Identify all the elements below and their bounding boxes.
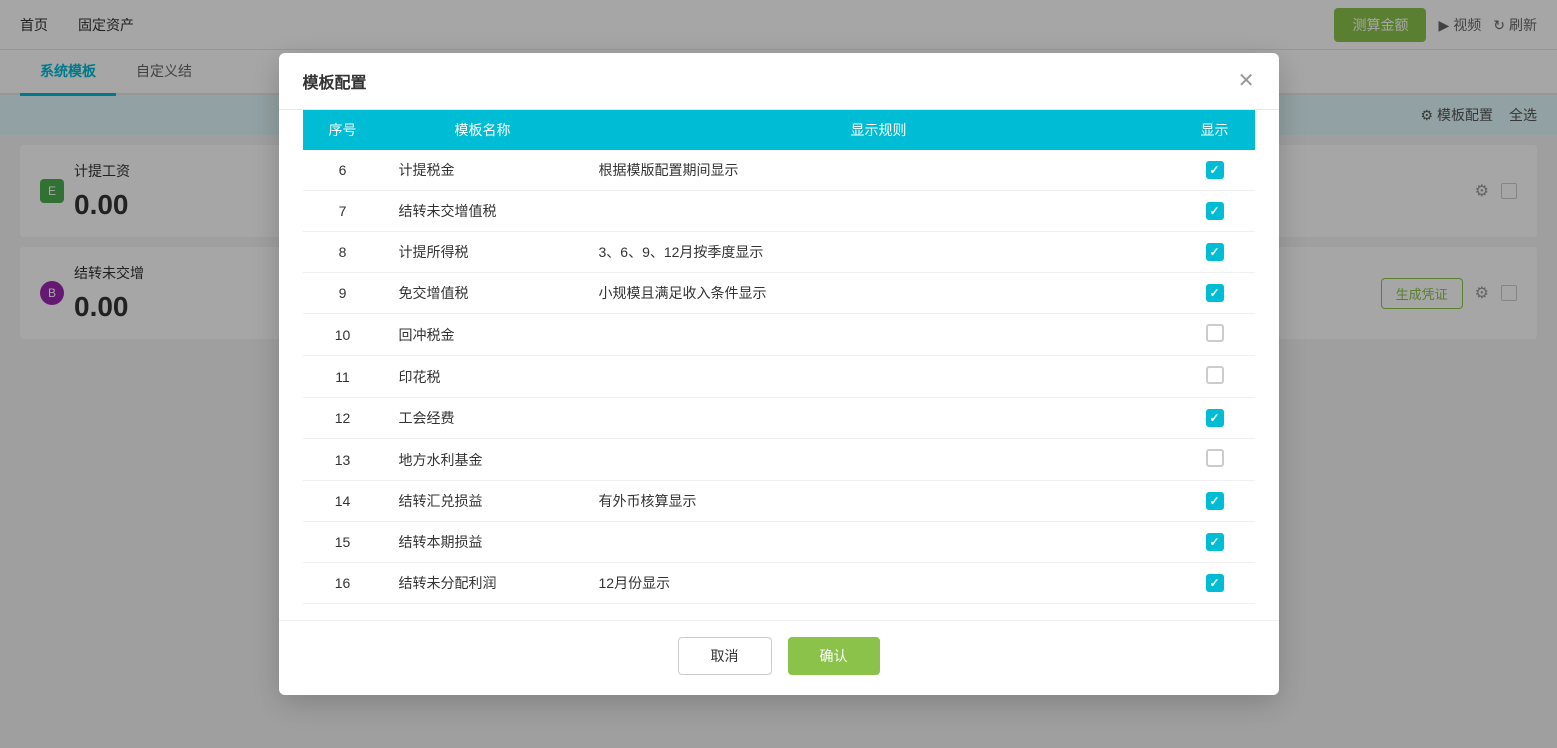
table-row: 6计提税金根据模版配置期间显示 [303, 150, 1255, 191]
modal-template-config: 模板配置 ✕ 序号 模板名称 显示规则 显示 6计提税金根据模版配置期间显示7结… [279, 53, 1279, 695]
col-index: 序号 [303, 110, 383, 150]
confirm-button[interactable]: 确认 [788, 637, 880, 675]
row-checkbox-cell [1175, 314, 1255, 356]
config-table: 序号 模板名称 显示规则 显示 6计提税金根据模版配置期间显示7结转未交增值税8… [303, 110, 1255, 604]
col-display: 显示 [1175, 110, 1255, 150]
table-row: 9免交增值税小规模且满足收入条件显示 [303, 273, 1255, 314]
col-rule: 显示规则 [583, 110, 1175, 150]
row-index: 7 [303, 191, 383, 232]
row-checkbox[interactable] [1206, 324, 1224, 342]
table-row: 7结转未交增值税 [303, 191, 1255, 232]
modal-body: 序号 模板名称 显示规则 显示 6计提税金根据模版配置期间显示7结转未交增值税8… [279, 110, 1279, 620]
row-rule [583, 398, 1175, 439]
row-name: 免交增值税 [383, 273, 583, 314]
row-checkbox[interactable] [1206, 202, 1224, 220]
table-row: 13地方水利基金 [303, 439, 1255, 481]
row-rule: 12月份显示 [583, 563, 1175, 604]
row-index: 8 [303, 232, 383, 273]
row-checkbox[interactable] [1206, 161, 1224, 179]
row-checkbox[interactable] [1206, 366, 1224, 384]
row-rule: 小规模且满足收入条件显示 [583, 273, 1175, 314]
row-index: 9 [303, 273, 383, 314]
row-index: 12 [303, 398, 383, 439]
modal-close-button[interactable]: ✕ [1238, 71, 1255, 91]
col-name: 模板名称 [383, 110, 583, 150]
row-checkbox-cell [1175, 191, 1255, 232]
modal-title: 模板配置 [303, 69, 367, 93]
row-index: 13 [303, 439, 383, 481]
cancel-button[interactable]: 取消 [678, 637, 772, 675]
row-name: 结转未交增值税 [383, 191, 583, 232]
row-name: 计提所得税 [383, 232, 583, 273]
row-name: 回冲税金 [383, 314, 583, 356]
table-body: 6计提税金根据模版配置期间显示7结转未交增值税8计提所得税3、6、9、12月按季… [303, 150, 1255, 604]
table-row: 12工会经费 [303, 398, 1255, 439]
row-checkbox[interactable] [1206, 492, 1224, 510]
row-rule: 有外币核算显示 [583, 481, 1175, 522]
row-name: 结转未分配利润 [383, 563, 583, 604]
row-checkbox-cell [1175, 522, 1255, 563]
modal-footer: 取消 确认 [279, 620, 1279, 695]
row-index: 11 [303, 356, 383, 398]
row-checkbox-cell [1175, 273, 1255, 314]
table-header: 序号 模板名称 显示规则 显示 [303, 110, 1255, 150]
row-name: 工会经费 [383, 398, 583, 439]
row-index: 15 [303, 522, 383, 563]
row-name: 计提税金 [383, 150, 583, 191]
row-rule [583, 439, 1175, 481]
row-rule [583, 191, 1175, 232]
row-checkbox-cell [1175, 481, 1255, 522]
row-checkbox[interactable] [1206, 243, 1224, 261]
modal-overlay: 模板配置 ✕ 序号 模板名称 显示规则 显示 6计提税金根据模版配置期间显示7结… [0, 0, 1557, 748]
row-checkbox-cell [1175, 439, 1255, 481]
table-row: 8计提所得税3、6、9、12月按季度显示 [303, 232, 1255, 273]
table-row: 10回冲税金 [303, 314, 1255, 356]
row-index: 6 [303, 150, 383, 191]
row-rule [583, 314, 1175, 356]
row-checkbox[interactable] [1206, 409, 1224, 427]
row-checkbox-cell [1175, 150, 1255, 191]
row-index: 14 [303, 481, 383, 522]
modal-header: 模板配置 ✕ [279, 53, 1279, 110]
row-checkbox-cell [1175, 356, 1255, 398]
row-rule: 根据模版配置期间显示 [583, 150, 1175, 191]
row-rule [583, 522, 1175, 563]
row-index: 16 [303, 563, 383, 604]
table-row: 15结转本期损益 [303, 522, 1255, 563]
row-rule: 3、6、9、12月按季度显示 [583, 232, 1175, 273]
row-checkbox[interactable] [1206, 449, 1224, 467]
table-row: 14结转汇兑损益有外币核算显示 [303, 481, 1255, 522]
row-checkbox[interactable] [1206, 284, 1224, 302]
row-name: 结转本期损益 [383, 522, 583, 563]
row-checkbox-cell [1175, 563, 1255, 604]
row-checkbox-cell [1175, 398, 1255, 439]
table-row: 16结转未分配利润12月份显示 [303, 563, 1255, 604]
row-name: 地方水利基金 [383, 439, 583, 481]
row-name: 结转汇兑损益 [383, 481, 583, 522]
row-rule [583, 356, 1175, 398]
table-row: 11印花税 [303, 356, 1255, 398]
row-checkbox[interactable] [1206, 574, 1224, 592]
row-checkbox[interactable] [1206, 533, 1224, 551]
row-name: 印花税 [383, 356, 583, 398]
row-index: 10 [303, 314, 383, 356]
row-checkbox-cell [1175, 232, 1255, 273]
